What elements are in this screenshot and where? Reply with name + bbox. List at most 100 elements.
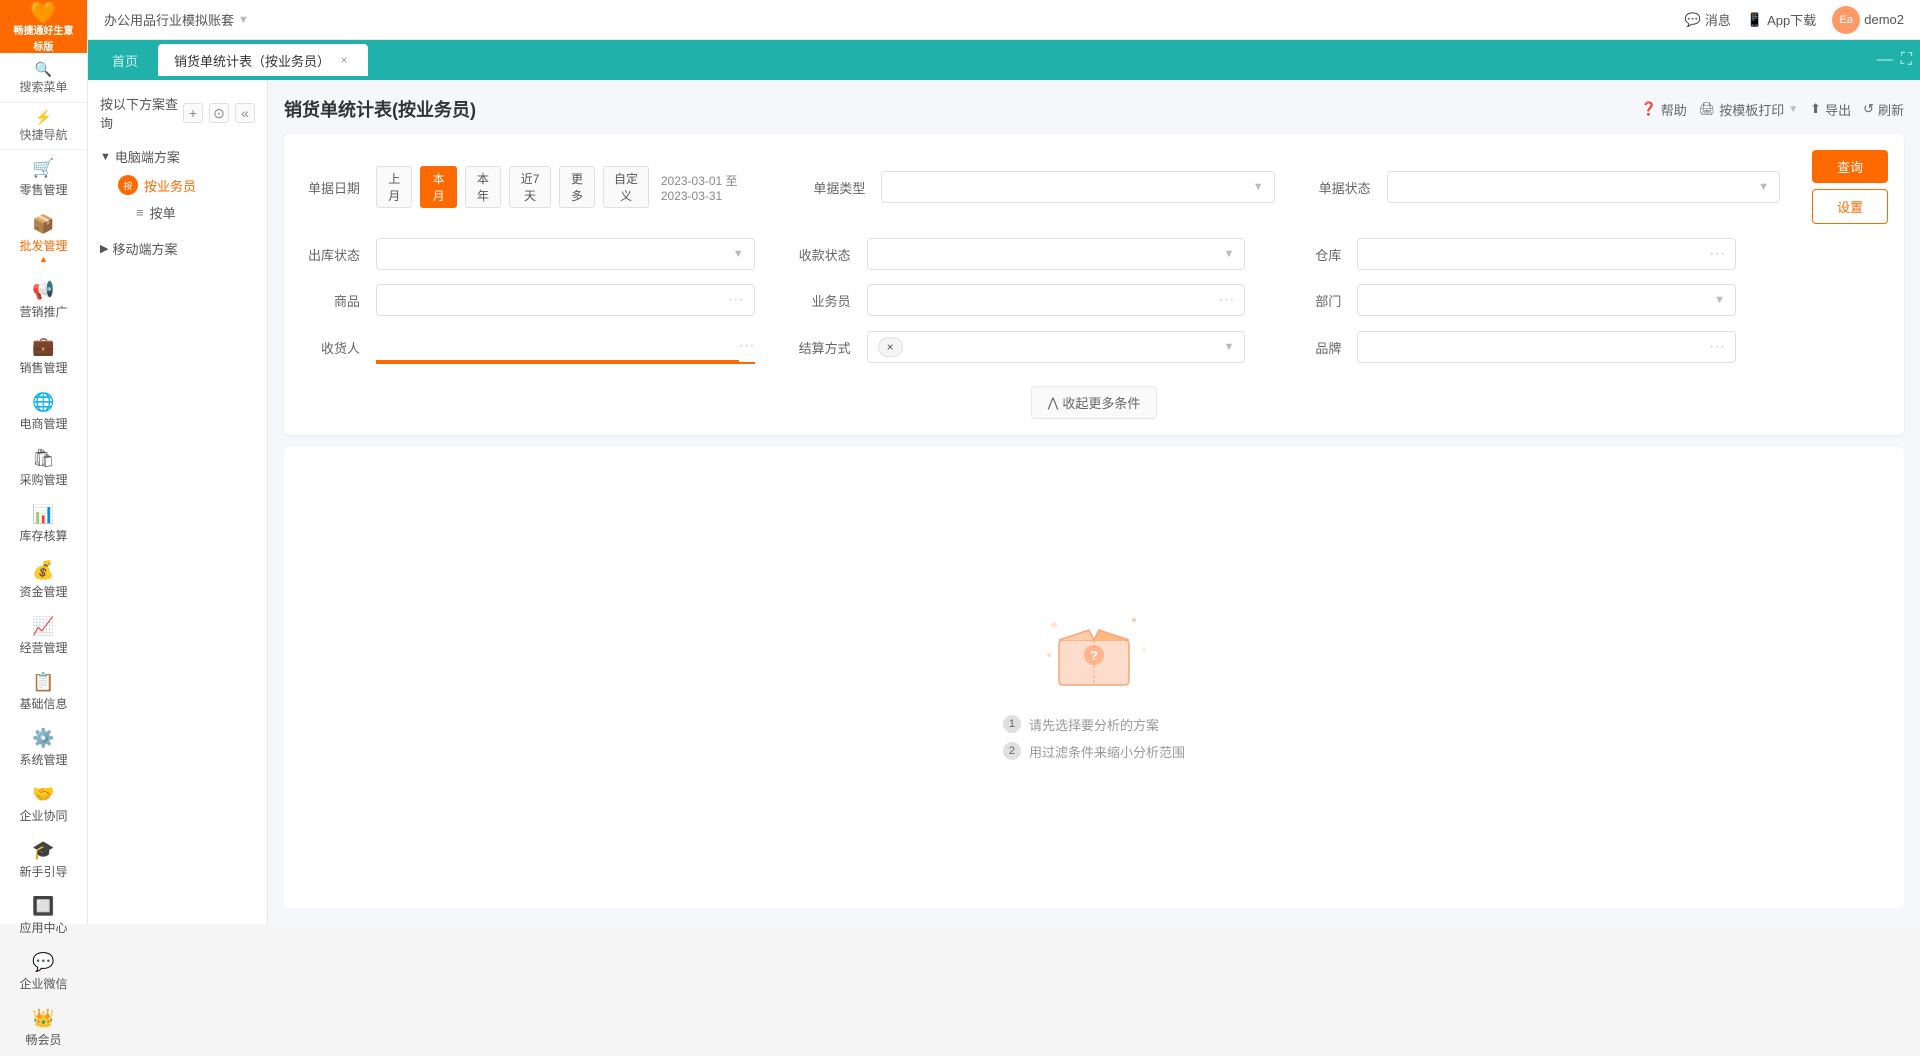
tree-section-desktop: ▼ 电脑端方案 按 按业务员 ≡ 按单 — [88, 138, 267, 230]
sidebar-item-marketing[interactable]: 📢 营销推广 — [0, 272, 87, 328]
sidebar-item-retail[interactable]: 🛒 零售管理 — [0, 150, 87, 206]
collapse-label: 收起更多条件 — [1062, 393, 1140, 412]
inventory-label: 库存核算 — [19, 527, 67, 544]
settlement-tag-close[interactable]: × — [887, 340, 894, 354]
help-icon: ❓ — [1641, 101, 1657, 117]
recipient-input-container: ··· — [376, 330, 755, 364]
company-dropdown[interactable]: 办公用品行业模拟账套 ▼ — [104, 10, 249, 29]
brand-field: ··· — [1357, 331, 1736, 363]
settlement-field: × ▼ — [867, 331, 1246, 363]
sidebar-item-wholesale[interactable]: 📦 批发管理 ▲ — [0, 206, 87, 272]
finance-icon: 💰 — [32, 560, 54, 581]
sidebar-item-wechat[interactable]: 💬 企业微信 — [0, 944, 87, 1000]
type-select[interactable]: ▼ — [881, 171, 1274, 203]
add-scheme-btn[interactable]: + — [183, 103, 203, 123]
sidebar-item-member[interactable]: 👑 畅会员 — [0, 1000, 87, 1056]
goods-select[interactable]: ··· — [376, 284, 755, 316]
status-filter-field: ▼ — [1387, 171, 1780, 203]
sidebar-item-appstore[interactable]: 🔲 应用中心 — [0, 888, 87, 944]
collapse-panel-btn[interactable]: « — [235, 103, 255, 123]
right-content: 销货单统计表(按业务员) ❓ 帮助 🖨 按模板打印 ▼ ⬆ 导出 — [268, 80, 1920, 924]
avatar: Ea — [1832, 6, 1860, 34]
tab-sales-stat[interactable]: 销货单统计表（按业务员） × — [158, 44, 368, 76]
topbar: 办公用品行业模拟账套 ▼ 💬 消息 📱 App下载 Ea demo2 — [88, 0, 1920, 40]
status-select[interactable]: ▼ — [1387, 171, 1780, 203]
status-label: 单据状态 — [1311, 178, 1371, 197]
warehouse-select[interactable]: ··· — [1357, 238, 1736, 270]
tree-desktop-section[interactable]: ▼ 电脑端方案 — [88, 142, 267, 171]
tab-maximize-icon[interactable]: ⛶ — [1901, 51, 1912, 69]
tree-child-order-label: 按单 — [150, 203, 176, 222]
page: 按以下方案查询 + ⊙ « ▼ 电脑端方案 按 按业务员 ≡ 按 — [88, 80, 1920, 924]
marketing-label: 营销推广 — [19, 303, 67, 320]
out-status-select[interactable]: ▼ — [376, 238, 755, 270]
search-menu[interactable]: 🔍 搜索菜单 — [0, 53, 87, 103]
sidebar-item-finance[interactable]: 💰 资金管理 — [0, 552, 87, 608]
query-btn[interactable]: 查询 — [1812, 150, 1888, 183]
date-custom-btn[interactable]: 自定义 — [603, 166, 649, 208]
filter-row-3: 商品 ··· 业务员 ··· 部门 — [300, 284, 1888, 316]
sidebar-item-enterprise[interactable]: 🤝 企业协同 — [0, 776, 87, 832]
message-btn[interactable]: 💬 消息 — [1685, 10, 1731, 29]
print-label: 按模板打印 — [1719, 100, 1784, 119]
export-icon: ⬆ — [1810, 101, 1821, 117]
type-label: 单据类型 — [805, 178, 865, 197]
tab-close-icon[interactable]: × — [336, 52, 352, 68]
brand-select[interactable]: ··· — [1357, 331, 1736, 363]
tab-home[interactable]: 首页 — [96, 44, 154, 76]
date-more-btn[interactable]: 更多 — [559, 166, 595, 208]
quick-nav[interactable]: ⚡ 快捷导航 — [0, 103, 87, 150]
sidebar-item-newbie[interactable]: 🎓 新手引导 — [0, 832, 87, 888]
order-icon: ≡ — [136, 205, 144, 220]
member-icon: 👑 — [32, 1008, 54, 1029]
app-download-label: App下载 — [1767, 10, 1816, 29]
sidebar-item-purchase[interactable]: 🛍 采购管理 — [0, 440, 87, 496]
department-select[interactable]: ▼ — [1357, 284, 1736, 316]
tree-mobile-section[interactable]: ▶ 移动端方案 — [88, 234, 267, 263]
tree-child-salesperson[interactable]: 按 按业务员 — [88, 171, 267, 199]
app-download-btn[interactable]: 📱 App下载 — [1747, 10, 1816, 29]
system-label: 系统管理 — [19, 751, 67, 768]
settlement-select[interactable]: × ▼ — [867, 331, 1246, 363]
inventory-icon: 📊 — [32, 504, 54, 525]
hint-text-2: 用过滤条件来缩小分析范围 — [1029, 742, 1185, 761]
settlement-tag: × — [878, 337, 903, 357]
date-last-month-btn[interactable]: 上月 — [376, 166, 412, 208]
sidebar-item-operations[interactable]: 📈 经营管理 — [0, 608, 87, 664]
system-icon: ⚙️ — [32, 728, 54, 749]
date-this-month-btn[interactable]: 本月 — [420, 166, 456, 208]
export-btn[interactable]: ⬆ 导出 — [1810, 100, 1851, 119]
salesperson-select[interactable]: ··· — [867, 284, 1246, 316]
sidebar-item-ecommerce[interactable]: 🌐 电商管理 — [0, 384, 87, 440]
refresh-btn[interactable]: ↺ 刷新 — [1863, 100, 1904, 119]
recipient-input[interactable] — [376, 330, 739, 362]
logo-text: 畅捷通好生意 — [14, 26, 74, 38]
filter-row-2: 出库状态 ▼ 收款状态 ▼ 仓库 — [300, 238, 1888, 270]
collapse-btn[interactable]: ⋀ 收起更多条件 — [1031, 386, 1158, 419]
print-btn[interactable]: 🖨 按模板打印 ▼ — [1699, 100, 1798, 119]
recipient-dots-icon[interactable]: ··· — [739, 337, 755, 355]
date-filter-field: 上月 本月 本年 近7天 更多 自定义 2023-03-01 至 2023-03… — [376, 166, 769, 208]
hint-text-1: 请先选择要分析的方案 — [1029, 715, 1159, 734]
warehouse-field: ··· — [1357, 238, 1736, 270]
help-label: 帮助 — [1661, 100, 1687, 119]
settlement-label: 结算方式 — [791, 338, 851, 357]
sidebar-item-sales[interactable]: 💼 销售管理 — [0, 328, 87, 384]
date-filter: 上月 本月 本年 近7天 更多 自定义 2023-03-01 至 2023-03… — [376, 166, 769, 208]
date-last7days-btn[interactable]: 近7天 — [509, 166, 551, 208]
sidebar-item-inventory[interactable]: 📊 库存核算 — [0, 496, 87, 552]
settings-scheme-btn[interactable]: ⊙ — [209, 103, 229, 123]
user-profile[interactable]: Ea demo2 — [1832, 6, 1904, 34]
receive-status-select[interactable]: ▼ — [867, 238, 1246, 270]
help-btn[interactable]: ❓ 帮助 — [1641, 100, 1687, 119]
date-this-year-btn[interactable]: 本年 — [465, 166, 501, 208]
sidebar-item-system[interactable]: ⚙️ 系统管理 — [0, 720, 87, 776]
hint-num-2: 2 — [1003, 742, 1021, 760]
left-panel-header: 按以下方案查询 + ⊙ « — [88, 88, 267, 138]
tree-child-order[interactable]: ≡ 按单 — [88, 199, 267, 226]
salesperson-field: ··· — [867, 284, 1246, 316]
sidebar-item-basic[interactable]: 📋 基础信息 — [0, 664, 87, 720]
settings-btn[interactable]: 设置 — [1812, 189, 1888, 224]
tab-minimize-icon[interactable]: — — [1877, 51, 1893, 69]
sidebar: 🧡 畅捷通好生意 标版 🔍 搜索菜单 ⚡ 快捷导航 🛒 零售管理 📦 批发管理 … — [0, 0, 88, 924]
